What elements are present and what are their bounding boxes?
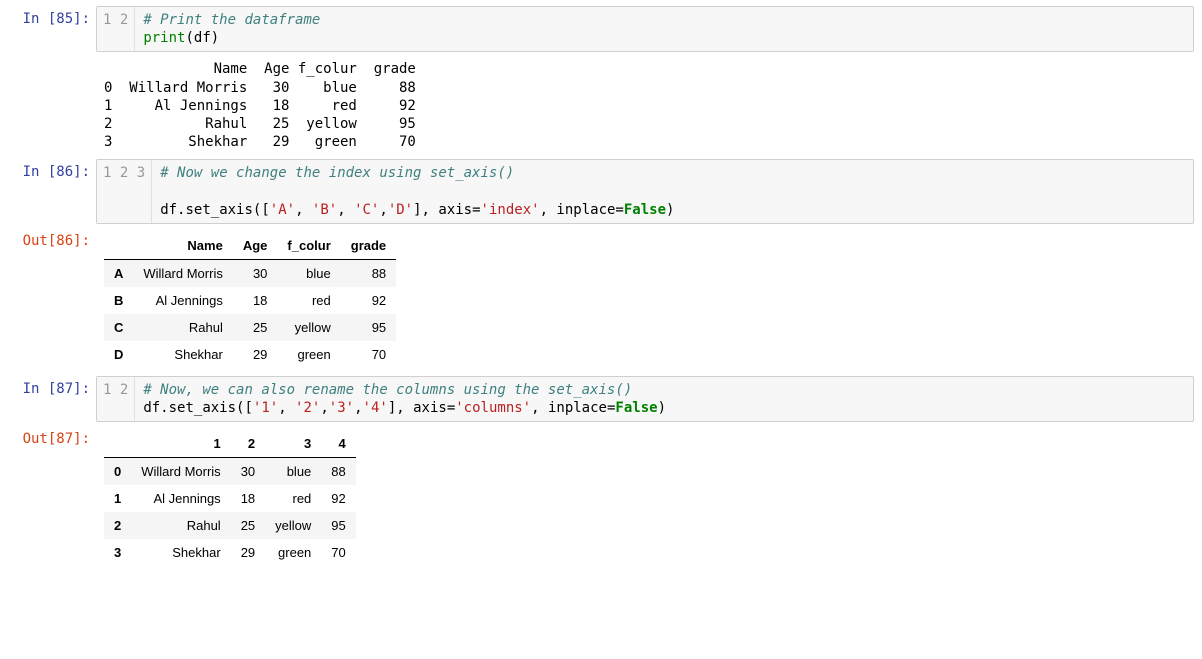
code-gutter: 1 2	[97, 377, 135, 421]
cell-86-output: Out[86]: Name Age f_colur grade A Willar…	[0, 226, 1202, 374]
df-header: Age	[233, 232, 278, 260]
code-content[interactable]: # Now we change the index using set_axis…	[152, 160, 682, 223]
df-header: 2	[231, 430, 265, 458]
dataframe-table-87: 1 2 3 4 0 Willard Morris 30 blue 88 1 Al…	[104, 430, 356, 566]
df-header: f_colur	[277, 232, 340, 260]
cell-85-input: In [85]: 1 2 # Print the dataframe print…	[0, 4, 1202, 54]
df-header: 1	[131, 430, 230, 458]
code-gutter: 1 2 3	[97, 160, 152, 223]
df-corner	[104, 232, 133, 260]
out-prompt-blank	[0, 56, 96, 155]
cell-85-output: Name Age f_colur grade 0 Willard Morris …	[0, 54, 1202, 157]
table-row: 2 Rahul 25 yellow 95	[104, 512, 356, 539]
out-prompt-86: Out[86]:	[0, 228, 96, 372]
in-prompt-87: In [87]:	[0, 376, 96, 422]
cell-87-input: In [87]: 1 2 # Now, we can also rename t…	[0, 374, 1202, 424]
cell-86-input: In [86]: 1 2 3 # Now we change the index…	[0, 157, 1202, 226]
df-corner	[104, 430, 131, 458]
code-area-85[interactable]: 1 2 # Print the dataframe print(df)	[96, 6, 1194, 52]
cell-87-output: Out[87]: 1 2 3 4 0 Willard Morris 30 blu…	[0, 424, 1202, 572]
dataframe-out-87: 1 2 3 4 0 Willard Morris 30 blue 88 1 Al…	[96, 426, 1202, 570]
df-header: grade	[341, 232, 396, 260]
in-prompt-86: In [86]:	[0, 159, 96, 224]
table-row: 1 Al Jennings 18 red 92	[104, 485, 356, 512]
table-row: A Willard Morris 30 blue 88	[104, 259, 396, 287]
table-row: C Rahul 25 yellow 95	[104, 314, 396, 341]
code-content[interactable]: # Print the dataframe print(df)	[135, 7, 328, 51]
code-area-87[interactable]: 1 2 # Now, we can also rename the column…	[96, 376, 1194, 422]
df-header: 4	[321, 430, 355, 458]
dataframe-table-86: Name Age f_colur grade A Willard Morris …	[104, 232, 396, 368]
dataframe-out-86: Name Age f_colur grade A Willard Morris …	[96, 228, 1202, 372]
table-row: 3 Shekhar 29 green 70	[104, 539, 356, 566]
out-prompt-87: Out[87]:	[0, 426, 96, 570]
code-gutter: 1 2	[97, 7, 135, 51]
table-row: D Shekhar 29 green 70	[104, 341, 396, 368]
in-prompt-85: In [85]:	[0, 6, 96, 52]
code-area-86[interactable]: 1 2 3 # Now we change the index using se…	[96, 159, 1194, 224]
code-content[interactable]: # Now, we can also rename the columns us…	[135, 377, 674, 421]
table-row: B Al Jennings 18 red 92	[104, 287, 396, 314]
table-row: 0 Willard Morris 30 blue 88	[104, 458, 356, 486]
df-header: 3	[265, 430, 321, 458]
stdout-85: Name Age f_colur grade 0 Willard Morris …	[96, 56, 1202, 155]
df-header: Name	[133, 232, 232, 260]
